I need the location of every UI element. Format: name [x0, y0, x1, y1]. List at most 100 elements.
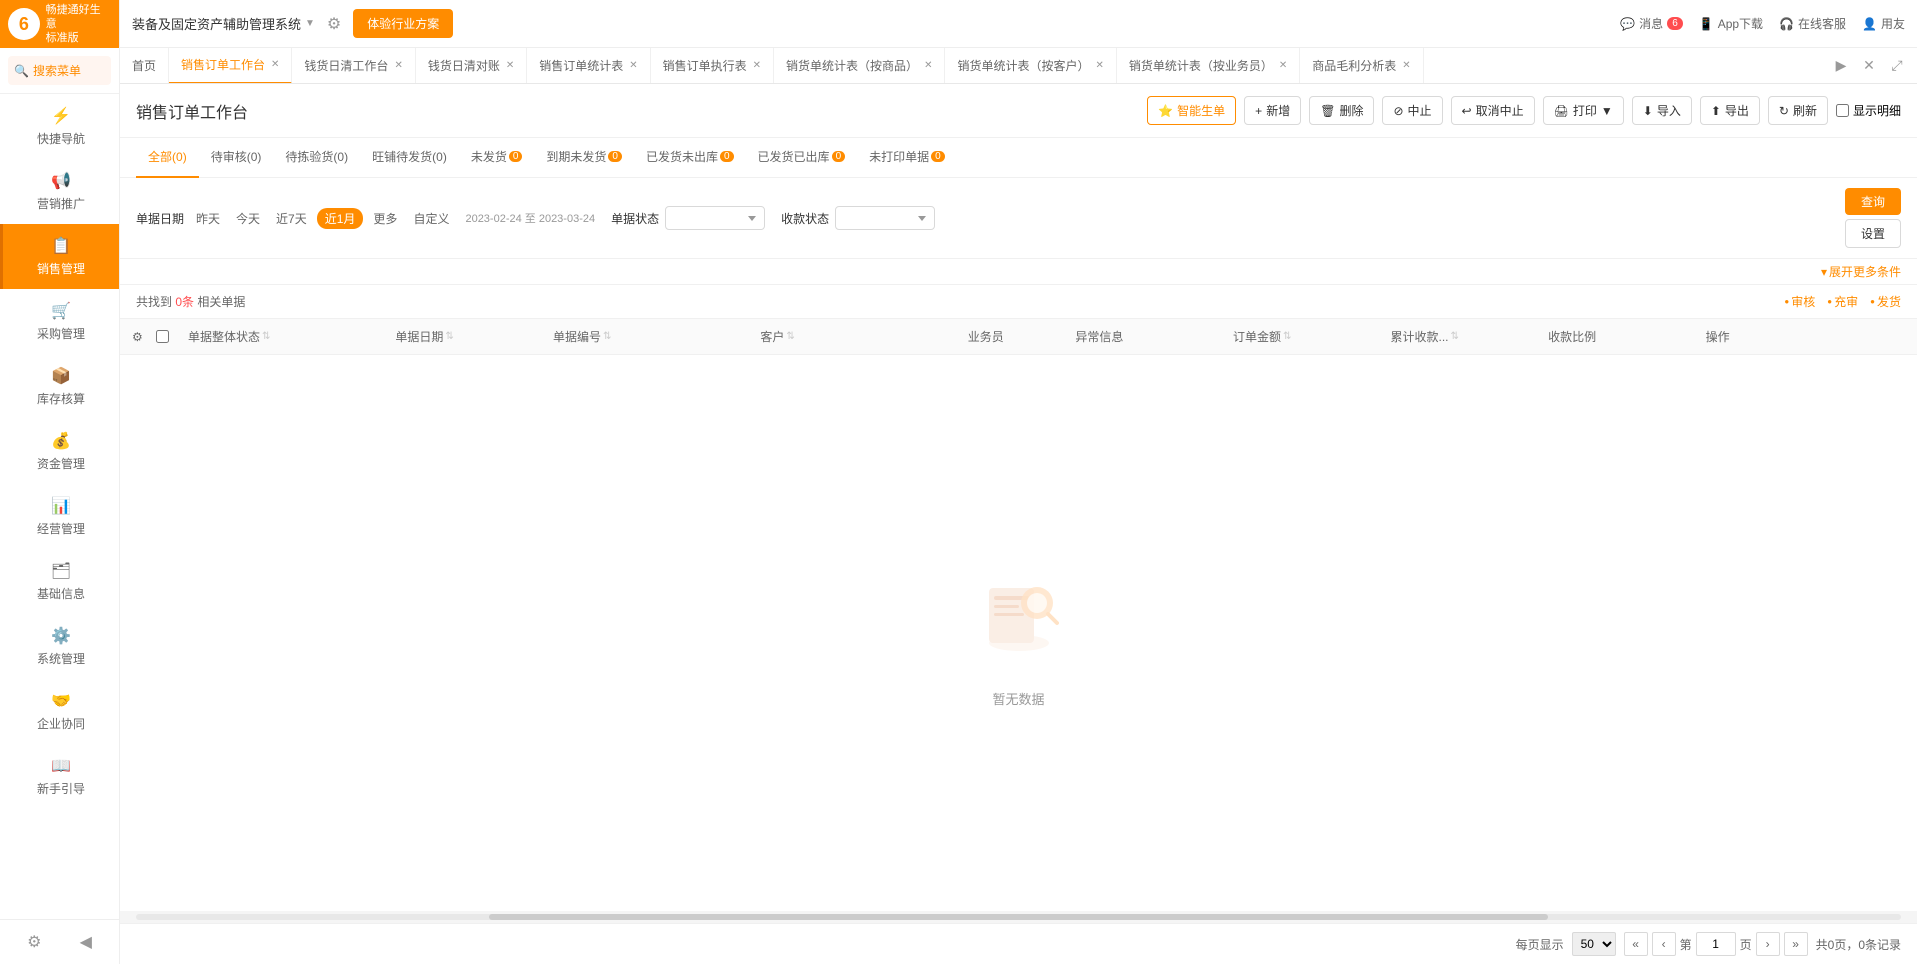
sidebar-item-inventory[interactable]: 📦 库存核算: [0, 354, 119, 419]
per-page-select[interactable]: 50: [1572, 932, 1616, 956]
last-page-btn[interactable]: »: [1784, 932, 1808, 956]
date-option-today[interactable]: 今天: [230, 208, 266, 229]
audit-btn[interactable]: 审核: [1784, 293, 1815, 310]
plus-icon: +: [1255, 104, 1262, 118]
tab-close-sales-stats[interactable]: ✕: [629, 60, 637, 71]
sort-date-icon[interactable]: ⇅: [445, 332, 453, 342]
tab-close-cash-daily[interactable]: ✕: [394, 60, 402, 71]
tab-close-goods-margin[interactable]: ✕: [1402, 60, 1410, 71]
sidebar-item-sales[interactable]: 📋 销售管理: [0, 224, 119, 289]
show-detail-label[interactable]: 显示明细: [1836, 102, 1901, 119]
subtab-not-printed[interactable]: 未打印单据0: [857, 138, 957, 178]
prev-page-btn[interactable]: ‹: [1652, 932, 1676, 956]
main-area: 装备及固定资产辅助管理系统 ▼ ⚙ 体验行业方案 💬 消息 6 📱 App下载 …: [120, 0, 1917, 964]
collapse-icon[interactable]: ◀: [76, 928, 96, 956]
search-menu-button[interactable]: 🔍 搜索菜单: [8, 56, 111, 85]
table-header: ⚙ 单据整体状态 ⇅ 单据日期 ⇅ 单据编号 ⇅ 客户: [120, 319, 1917, 355]
date-option-custom[interactable]: 自定义: [407, 208, 455, 229]
tab-sales-workbench[interactable]: 销售订单工作台 ✕: [169, 48, 292, 84]
topbar-settings-icon[interactable]: ⚙: [327, 14, 341, 34]
sidebar-item-guide[interactable]: 📖 新手引导: [0, 744, 119, 809]
col-settings-icon[interactable]: ⚙: [128, 330, 152, 344]
sidebar-item-marketing[interactable]: 📢 营销推广: [0, 159, 119, 224]
tab-sale-summary-product[interactable]: 销货单统计表（按商品） ✕: [774, 48, 945, 84]
tab-cash-reconcile[interactable]: 钱货日清对账 ✕: [416, 48, 527, 84]
sidebar-item-quick-nav[interactable]: ⚡ 快捷导航: [0, 94, 119, 159]
date-option-7days[interactable]: 近7天: [270, 208, 313, 229]
query-button[interactable]: 查询: [1845, 188, 1901, 215]
subtab-shipped-not-out[interactable]: 已发货未出库0: [634, 138, 746, 178]
print-button[interactable]: 🖨 打印 ▼: [1543, 96, 1624, 125]
subtab-pending-verify[interactable]: 待拣验货(0): [273, 138, 360, 178]
sidebar-item-basic[interactable]: 🗂 基础信息: [0, 549, 119, 614]
tab-close-cash-reconcile[interactable]: ✕: [506, 60, 514, 71]
select-all-checkbox[interactable]: [156, 330, 169, 343]
tab-close-sale-summary-staff[interactable]: ✕: [1279, 60, 1287, 71]
tab-sale-summary-staff[interactable]: 销货单统计表（按业务员） ✕: [1117, 48, 1300, 84]
date-option-yesterday[interactable]: 昨天: [190, 208, 226, 229]
subtab-all[interactable]: 全部(0): [136, 138, 199, 178]
tab-sales-stats[interactable]: 销售订单统计表 ✕: [527, 48, 650, 84]
scrollbar-thumb[interactable]: [489, 914, 1548, 920]
sidebar-item-finance[interactable]: 💰 资金管理: [0, 419, 119, 484]
first-page-btn[interactable]: «: [1624, 932, 1648, 956]
tab-sale-summary-customer[interactable]: 销货单统计表（按客户） ✕: [945, 48, 1116, 84]
date-option-1month[interactable]: 近1月: [317, 208, 364, 229]
refresh-button[interactable]: ↻ 刷新: [1768, 96, 1828, 125]
col-checkbox[interactable]: [152, 330, 184, 343]
sidebar-item-enterprise[interactable]: 🤝 企业协同: [0, 679, 119, 744]
subtab-wangpu[interactable]: 旺铺待发货(0): [360, 138, 459, 178]
date-option-more[interactable]: 更多: [367, 208, 403, 229]
tab-overflow-btn[interactable]: ▶: [1829, 54, 1853, 78]
revoke-btn[interactable]: 充审: [1827, 293, 1858, 310]
online-service-item[interactable]: 🎧 在线客服: [1779, 15, 1846, 32]
collection-select[interactable]: [835, 206, 935, 230]
page-number-input[interactable]: [1696, 932, 1736, 956]
next-page-btn[interactable]: ›: [1756, 932, 1780, 956]
sort-number-icon[interactable]: ⇅: [603, 332, 611, 342]
sidebar-item-operations[interactable]: 📊 经营管理: [0, 484, 119, 549]
smart-gen-button[interactable]: ⭐ 智能生单: [1147, 96, 1236, 125]
experience-btn[interactable]: 体验行业方案: [353, 9, 453, 38]
tab-close-sale-summary-customer[interactable]: ✕: [1095, 60, 1103, 71]
subtab-not-shipped[interactable]: 未发货0: [459, 138, 535, 178]
tab-goods-margin[interactable]: 商品毛利分析表 ✕: [1300, 48, 1423, 84]
horizontal-scrollbar[interactable]: [120, 911, 1917, 923]
sidebar-bottom: ⚙ ◀: [0, 919, 119, 964]
subtab-pending-review[interactable]: 待审核(0): [199, 138, 274, 178]
expand-conditions-btn[interactable]: ▾ 展开更多条件: [1821, 263, 1901, 280]
cancel-stop-button[interactable]: ↩ 取消中止: [1451, 96, 1535, 125]
sort-amount-icon[interactable]: ⇅: [1283, 332, 1291, 342]
message-item[interactable]: 💬 消息 6: [1620, 15, 1683, 32]
subtab-overdue-not-shipped[interactable]: 到期未发货0: [534, 138, 634, 178]
tab-close-sales-exec[interactable]: ✕: [753, 60, 761, 71]
delete-button[interactable]: 🗑 删除: [1309, 96, 1374, 125]
stop-button[interactable]: ⊘ 中止: [1382, 96, 1442, 125]
status-select[interactable]: [665, 206, 765, 230]
tab-close-sales-workbench[interactable]: ✕: [271, 59, 279, 70]
show-detail-checkbox[interactable]: [1836, 104, 1849, 117]
add-button[interactable]: + 新增: [1244, 96, 1301, 125]
tab-home[interactable]: 首页: [120, 48, 169, 84]
export-button[interactable]: ⬆ 导出: [1700, 96, 1760, 125]
user-item[interactable]: 👤 用友: [1862, 15, 1905, 32]
sidebar-item-purchase[interactable]: 🛒 采购管理: [0, 289, 119, 354]
app-download-item[interactable]: 📱 App下载: [1699, 15, 1763, 32]
scrollbar-track[interactable]: [136, 914, 1901, 920]
tab-sales-exec[interactable]: 销售订单执行表 ✕: [651, 48, 774, 84]
settings-button[interactable]: 设置: [1845, 219, 1901, 248]
subtab-shipped-out[interactable]: 已发货已出库0: [746, 138, 858, 178]
ship-btn[interactable]: 发货: [1870, 293, 1901, 310]
sort-status-icon[interactable]: ⇅: [262, 332, 270, 342]
tab-cash-daily[interactable]: 钱货日清工作台 ✕: [292, 48, 415, 84]
export-icon: ⬆: [1711, 104, 1721, 118]
sales-icon: 📋: [51, 236, 71, 256]
settings-bottom-icon[interactable]: ⚙: [23, 928, 45, 956]
sidebar-item-system[interactable]: ⚙️ 系统管理: [0, 614, 119, 679]
tab-close-sale-summary-product[interactable]: ✕: [924, 60, 932, 71]
sort-collected-icon[interactable]: ⇅: [1451, 332, 1459, 342]
import-button[interactable]: ⬇ 导入: [1632, 96, 1692, 125]
tab-close-all-btn[interactable]: ✕: [1857, 54, 1881, 78]
sort-customer-icon[interactable]: ⇅: [786, 332, 794, 342]
tab-expand-btn[interactable]: ⤢: [1885, 54, 1909, 78]
